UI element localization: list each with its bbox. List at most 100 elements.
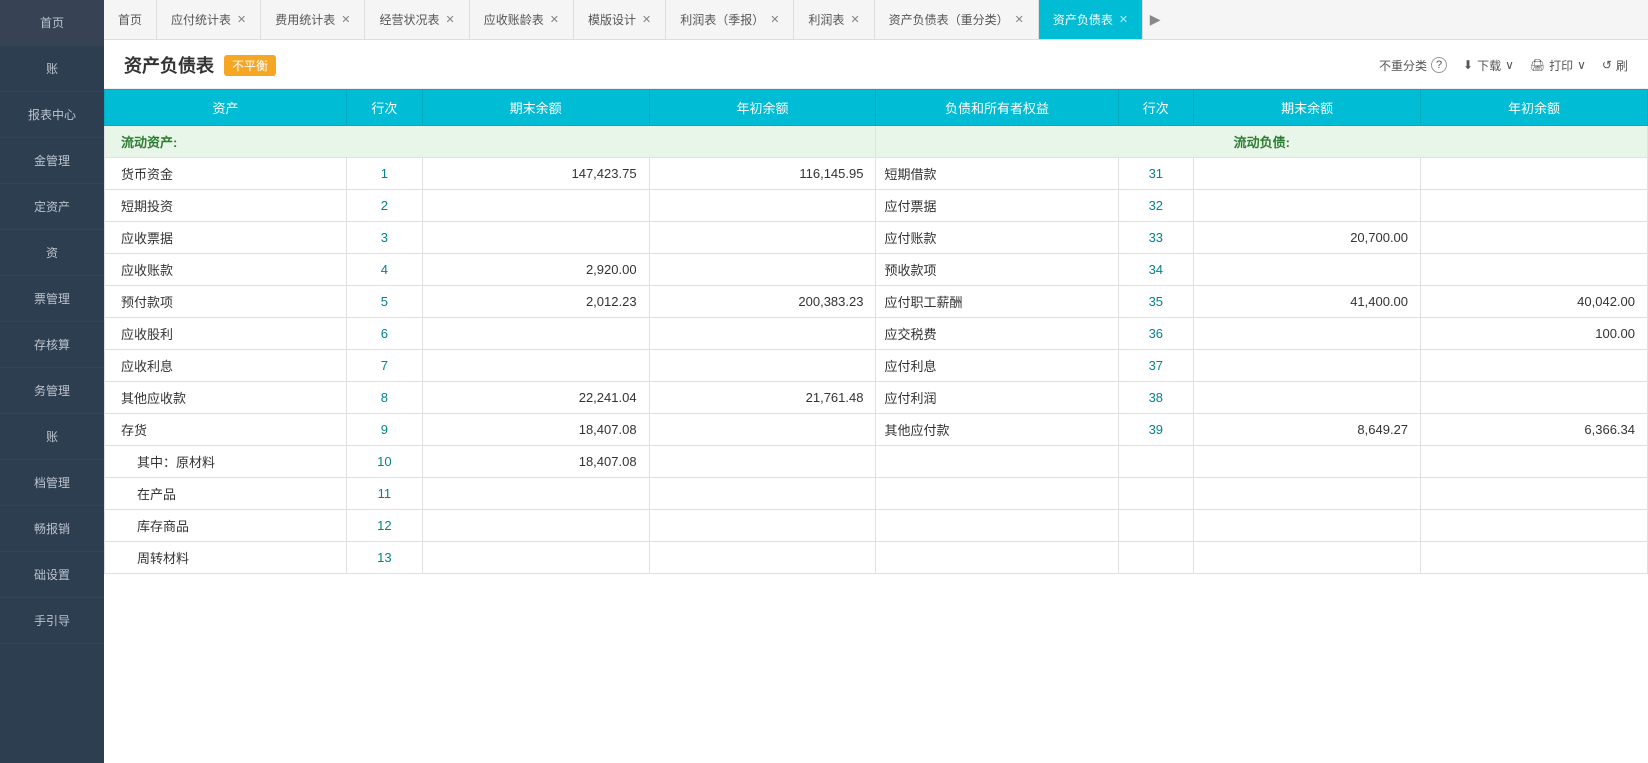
right-start-cell xyxy=(1421,158,1648,190)
sidebar-item-archive[interactable]: 档管理 xyxy=(0,460,104,506)
left-end-cell: 22,241.04 xyxy=(422,382,649,414)
tab-operation[interactable]: 经营状况表 ✕ xyxy=(365,0,469,40)
tab-profit[interactable]: 利润表 ✕ xyxy=(794,0,874,40)
sidebar: 首页 账 报表中心 金管理 定资产 资 票管理 存核算 务管理 账 档管理 畅报… xyxy=(0,0,104,763)
sidebar-item-report-center[interactable]: 报表中心 xyxy=(0,92,104,138)
left-name-cell: 应收账款 xyxy=(105,254,347,286)
sidebar-item-inventory[interactable]: 存核算 xyxy=(0,322,104,368)
right-name-cell xyxy=(876,510,1118,542)
sidebar-item-tax-mgmt[interactable]: 务管理 xyxy=(0,368,104,414)
left-end-cell: 2,920.00 xyxy=(422,254,649,286)
sidebar-item-home[interactable]: 首页 xyxy=(0,0,104,46)
right-end-cell xyxy=(1194,350,1421,382)
print-label: 打印 xyxy=(1549,57,1573,74)
sidebar-item-fixed-assets[interactable]: 定资产 xyxy=(0,184,104,230)
header-start-right: 年初余额 xyxy=(1421,90,1648,126)
right-line-cell: 36 xyxy=(1118,318,1194,350)
refresh-btn[interactable]: ↺ 刷 xyxy=(1602,57,1628,74)
tab-balance-label: 资产负债表 xyxy=(1053,11,1113,28)
left-line-cell: 6 xyxy=(347,318,423,350)
sidebar-item-accounts[interactable]: 账 xyxy=(0,414,104,460)
right-name-cell: 应交税费 xyxy=(876,318,1118,350)
page-content: 资产负债表 不平衡 不重分类 ? ⬇ 下载 ∨ 🖨 打印 ∨ xyxy=(104,40,1648,763)
left-start-cell xyxy=(649,254,876,286)
header-liability: 负债和所有者权益 xyxy=(876,90,1118,126)
right-name-cell xyxy=(876,542,1118,574)
sidebar-item-guide[interactable]: 手引导 xyxy=(0,598,104,644)
tab-balance-close[interactable]: ✕ xyxy=(1119,13,1128,26)
left-name-cell: 周转材料 xyxy=(105,542,347,574)
left-end-cell xyxy=(422,222,649,254)
table-row: 周转材料13 xyxy=(105,542,1648,574)
sidebar-item-expense[interactable]: 畅报销 xyxy=(0,506,104,552)
unbalanced-badge: 不平衡 xyxy=(224,55,276,76)
tab-profit-close[interactable]: ✕ xyxy=(850,13,859,26)
left-line-cell: 3 xyxy=(347,222,423,254)
right-name-cell: 应付利润 xyxy=(876,382,1118,414)
download-icon: ⬇ xyxy=(1463,58,1473,72)
tab-receivable-aging[interactable]: 应收账龄表 ✕ xyxy=(470,0,574,40)
right-start-cell xyxy=(1421,510,1648,542)
header-line-left: 行次 xyxy=(347,90,423,126)
right-line-cell: 35 xyxy=(1118,286,1194,318)
right-end-cell xyxy=(1194,318,1421,350)
right-end-cell xyxy=(1194,542,1421,574)
refresh-label: 刷 xyxy=(1616,57,1628,74)
header-end-right: 期末余额 xyxy=(1194,90,1421,126)
right-name-cell: 短期借款 xyxy=(876,158,1118,190)
sidebar-item-fund-mgmt[interactable]: 金管理 xyxy=(0,138,104,184)
tab-scroll-right[interactable]: ▶ xyxy=(1143,0,1167,40)
left-name-cell: 应收股利 xyxy=(105,318,347,350)
tab-receivable-aging-label: 应收账龄表 xyxy=(484,11,544,28)
tab-payable-stats[interactable]: 应付统计表 ✕ xyxy=(157,0,261,40)
section-left-name: 流动资产: xyxy=(105,126,876,158)
left-line-cell: 4 xyxy=(347,254,423,286)
table-row: 其中：原材料1018,407.08 xyxy=(105,446,1648,478)
table-row: 预付款项52,012.23200,383.23应付职工薪酬3541,400.00… xyxy=(105,286,1648,318)
no-reclassify-btn[interactable]: 不重分类 ? xyxy=(1379,57,1447,74)
tab-template-design[interactable]: 模版设计 ✕ xyxy=(574,0,666,40)
left-end-cell xyxy=(422,542,649,574)
tab-receivable-aging-close[interactable]: ✕ xyxy=(550,13,559,26)
right-start-cell: 6,366.34 xyxy=(1421,414,1648,446)
left-start-cell xyxy=(649,350,876,382)
tab-balance-reclassified[interactable]: 资产负债表（重分类） ✕ xyxy=(875,0,1039,40)
left-end-cell xyxy=(422,478,649,510)
right-line-cell xyxy=(1118,446,1194,478)
tab-operation-close[interactable]: ✕ xyxy=(446,13,455,26)
no-reclassify-label: 不重分类 xyxy=(1379,57,1427,74)
left-start-cell: 116,145.95 xyxy=(649,158,876,190)
tab-profit-quarterly-close[interactable]: ✕ xyxy=(770,13,779,26)
left-line-cell: 5 xyxy=(347,286,423,318)
sidebar-item-investment[interactable]: 资 xyxy=(0,230,104,276)
tab-expense-stats[interactable]: 费用统计表 ✕ xyxy=(261,0,365,40)
left-name-cell: 预付款项 xyxy=(105,286,347,318)
print-icon: 🖨 xyxy=(1530,58,1545,72)
right-line-cell: 33 xyxy=(1118,222,1194,254)
sidebar-item-ticket-mgmt[interactable]: 票管理 xyxy=(0,276,104,322)
tab-payable-stats-close[interactable]: ✕ xyxy=(237,13,246,26)
tab-template-design-close[interactable]: ✕ xyxy=(642,13,651,26)
tab-balance[interactable]: 资产负债表 ✕ xyxy=(1039,0,1143,40)
tab-bar: 首页 应付统计表 ✕ 费用统计表 ✕ 经营状况表 ✕ 应收账龄表 ✕ 模版设计 … xyxy=(104,0,1648,40)
download-btn[interactable]: ⬇ 下载 ∨ xyxy=(1463,57,1514,74)
right-name-cell: 应付票据 xyxy=(876,190,1118,222)
right-name-cell: 其他应付款 xyxy=(876,414,1118,446)
print-btn[interactable]: 🖨 打印 ∨ xyxy=(1530,57,1586,74)
download-chevron-icon: ∨ xyxy=(1505,58,1514,72)
sidebar-item-ledger[interactable]: 账 xyxy=(0,46,104,92)
tab-profit-quarterly[interactable]: 利润表（季报） ✕ xyxy=(666,0,794,40)
sidebar-item-settings[interactable]: 础设置 xyxy=(0,552,104,598)
tab-expense-stats-close[interactable]: ✕ xyxy=(341,13,350,26)
left-end-cell xyxy=(422,350,649,382)
tab-payable-stats-label: 应付统计表 xyxy=(171,11,231,28)
right-start-cell xyxy=(1421,446,1648,478)
tab-profit-label: 利润表 xyxy=(808,11,844,28)
tab-home[interactable]: 首页 xyxy=(104,0,157,40)
left-end-cell xyxy=(422,510,649,542)
tab-balance-reclassified-close[interactable]: ✕ xyxy=(1015,13,1024,26)
left-end-cell: 18,407.08 xyxy=(422,414,649,446)
right-start-cell: 40,042.00 xyxy=(1421,286,1648,318)
left-name-cell: 其他应收款 xyxy=(105,382,347,414)
help-icon[interactable]: ? xyxy=(1431,57,1447,73)
